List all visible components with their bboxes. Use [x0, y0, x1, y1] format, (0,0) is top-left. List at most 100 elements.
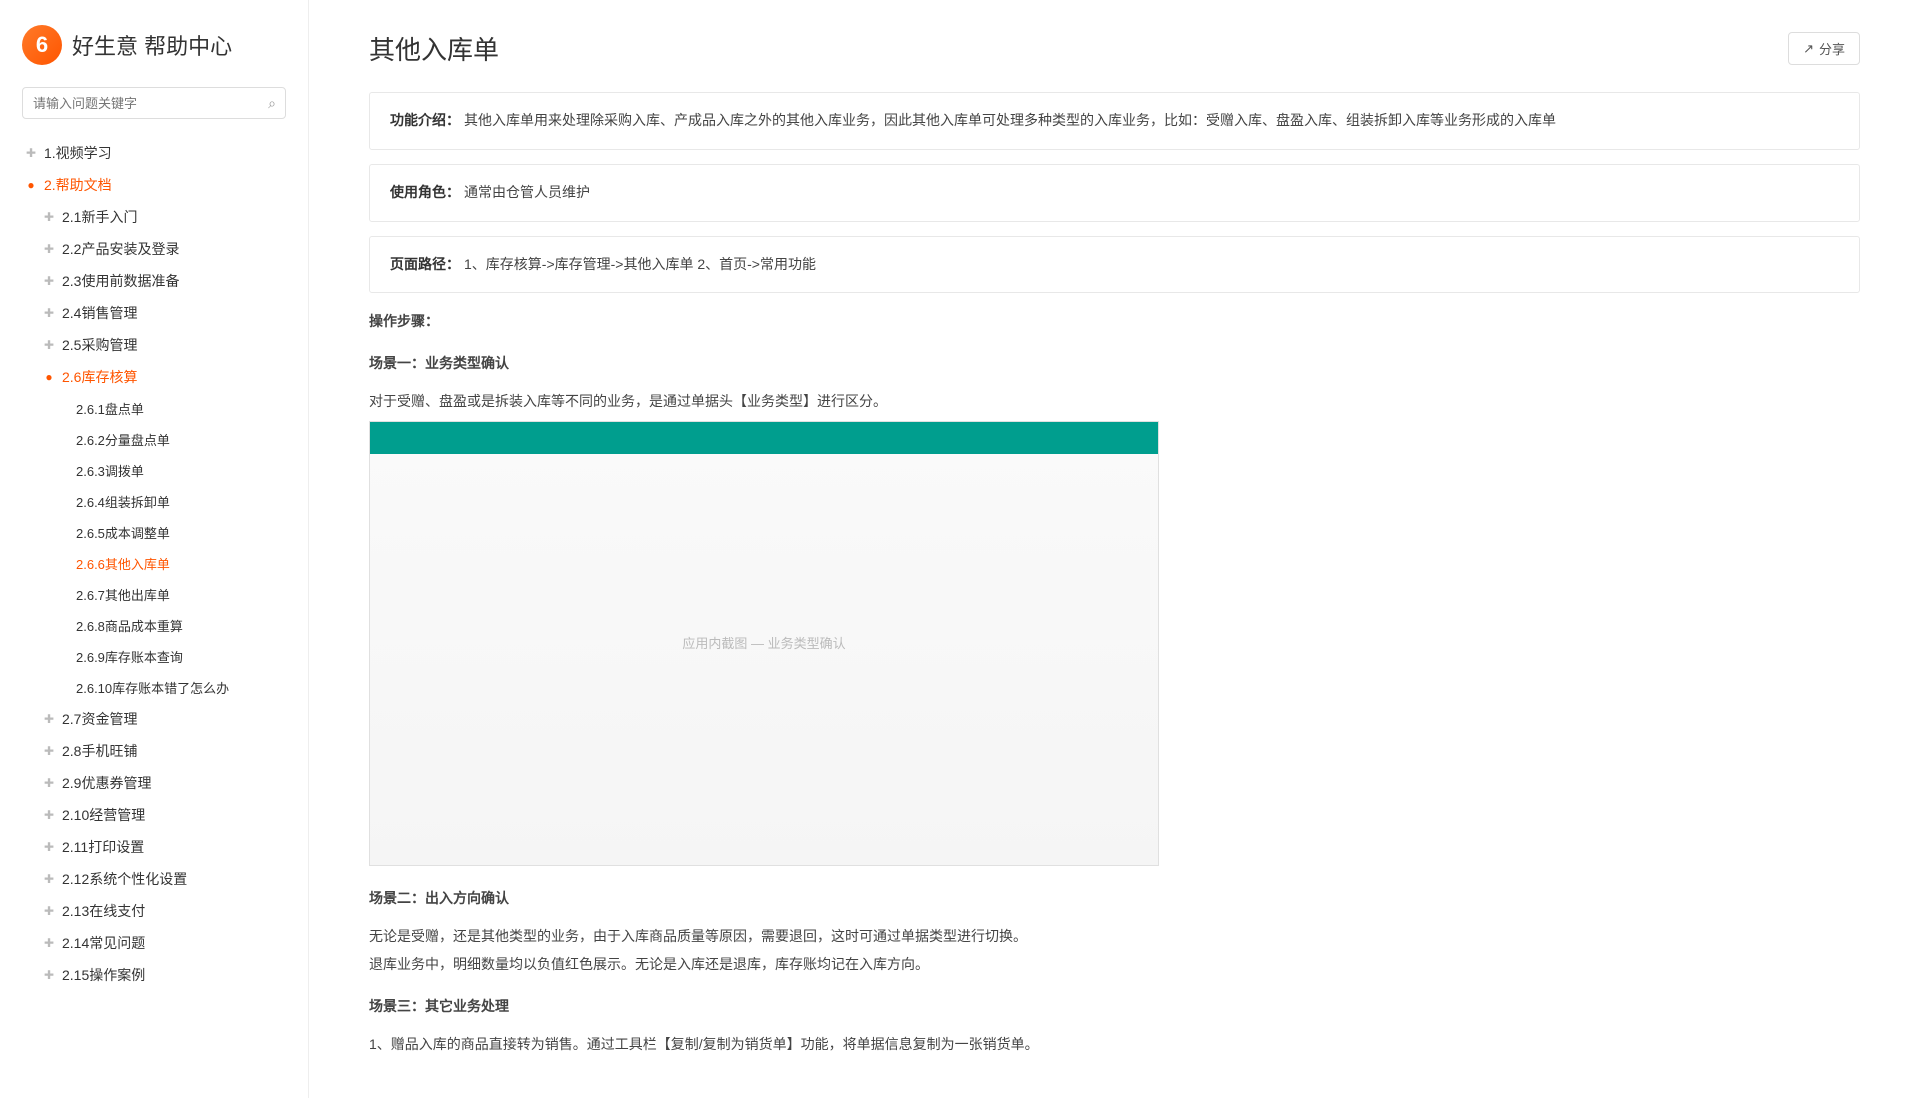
- nav-label: 2.5采购管理: [62, 335, 137, 355]
- minus-icon: ●: [22, 178, 40, 192]
- nav-tree: ✚1.视频学习 ●2.帮助文档 ✚2.1新手入门 ✚2.2产品安装及登录 ✚2.…: [22, 137, 286, 991]
- nav-label: 2.15操作案例: [62, 965, 145, 985]
- nav-item-2-6-6[interactable]: 2.6.6其他入库单: [22, 548, 286, 579]
- plus-icon: ✚: [40, 210, 58, 224]
- intro-panel: 功能介绍：其他入库单用来处理除采购入库、产成品入库之外的其他入库业务，因此其他入…: [369, 92, 1860, 150]
- brand: 6 好生意 帮助中心: [22, 25, 286, 65]
- nav-item-2-6-9[interactable]: 2.6.9库存账本查询: [22, 641, 286, 672]
- nav-item-2-14[interactable]: ✚2.14常见问题: [22, 927, 286, 959]
- plus-icon: ✚: [40, 968, 58, 982]
- nav-label: 2.6.9库存账本查询: [76, 647, 183, 666]
- inline-screenshot: [369, 421, 1159, 866]
- search-box: ⌕: [22, 87, 286, 119]
- share-label: 分享: [1819, 39, 1845, 58]
- nav-label: 2.6.10库存账本错了怎么办: [76, 678, 229, 697]
- nav-item-2-1[interactable]: ✚ 2.1新手入门: [22, 201, 286, 233]
- plus-icon: ✚: [22, 146, 40, 160]
- nav-label: 2.6.3调拨单: [76, 461, 144, 480]
- search-icon[interactable]: ⌕: [268, 95, 276, 112]
- nav-item-2-6-4[interactable]: 2.6.4组装拆卸单: [22, 486, 286, 517]
- intro-label: 功能介绍：: [390, 112, 460, 128]
- plus-icon: ✚: [40, 712, 58, 726]
- plus-icon: ✚: [40, 242, 58, 256]
- nav-item-2-9[interactable]: ✚ 2.9优惠券管理: [22, 767, 286, 799]
- nav-item-2-6-1[interactable]: 2.6.1盘点单: [22, 393, 286, 424]
- nav-label: 2.1新手入门: [62, 207, 137, 227]
- nav-label: 2.13在线支付: [62, 901, 145, 921]
- nav-label: 2.6库存核算: [62, 367, 137, 387]
- sidebar: 6 好生意 帮助中心 ⌕ ✚1.视频学习 ●2.帮助文档 ✚2.1新手入门 ✚2…: [0, 0, 309, 1098]
- plus-icon: ✚: [40, 776, 58, 790]
- scene1-title: 场景一：业务类型确认: [369, 349, 1860, 377]
- plus-icon: ✚: [40, 936, 58, 950]
- nav-item-2-15[interactable]: ✚ 2.15操作案例: [22, 959, 286, 991]
- search-input[interactable]: [22, 87, 286, 119]
- nav-item-2-5[interactable]: ✚ 2.5采购管理: [22, 329, 286, 361]
- path-panel: 页面路径：1、库存核算->库存管理->其他入库单 2、首页->常用功能: [369, 236, 1860, 294]
- nav-item-2-13[interactable]: ✚ 2.13在线支付: [22, 895, 286, 927]
- plus-icon: ✚: [40, 338, 58, 352]
- role-panel: 使用角色：通常由仓管人员维护: [369, 164, 1860, 222]
- nav-label: 2.6.8商品成本重算: [76, 616, 183, 635]
- nav-label: 2.6.1盘点单: [76, 399, 144, 418]
- steps-heading: 操作步骤：: [369, 307, 1860, 335]
- scene3-title: 场景三：其它业务处理: [369, 992, 1860, 1020]
- nav-label: 2.11打印设置: [62, 837, 144, 857]
- nav-item-2-8[interactable]: ✚ 2.8手机旺铺: [22, 735, 286, 767]
- role-text: 通常由仓管人员维护: [464, 184, 590, 200]
- plus-icon: ✚: [40, 872, 58, 886]
- nav-label: 1.视频学习: [44, 143, 112, 163]
- nav-label: 2.2产品安装及登录: [62, 239, 179, 259]
- nav-label: 2.6.4组装拆卸单: [76, 492, 170, 511]
- nav-label: 2.6.7其他出库单: [76, 585, 170, 604]
- nav-item-2-6-8[interactable]: 2.6.8商品成本重算: [22, 610, 286, 641]
- brand-logo: 6: [22, 25, 62, 65]
- plus-icon: ✚: [40, 840, 58, 854]
- nav-label: 2.3使用前数据准备: [62, 271, 179, 291]
- nav-item-2-11[interactable]: ✚ 2.11打印设置: [22, 831, 286, 863]
- article-body: 操作步骤： 场景一：业务类型确认 对于受赠、盘盈或是拆装入库等不同的业务，是通过…: [369, 307, 1860, 1058]
- plus-icon: ✚: [40, 744, 58, 758]
- nav-item-2-6-7[interactable]: 2.6.7其他出库单: [22, 579, 286, 610]
- nav-item-2-6-5[interactable]: 2.6.5成本调整单: [22, 517, 286, 548]
- scene1-text: 对于受赠、盘盈或是拆装入库等不同的业务，是通过单据头【业务类型】进行区分。: [369, 387, 1860, 415]
- nav-label: 2.8手机旺铺: [62, 741, 137, 761]
- nav-label: 2.7资金管理: [62, 709, 137, 729]
- minus-icon: ●: [40, 370, 58, 384]
- nav-label: 2.10经营管理: [62, 805, 145, 825]
- page-title: 其他入库单: [369, 30, 499, 67]
- plus-icon: ✚: [40, 808, 58, 822]
- nav-item-2-6-10[interactable]: 2.6.10库存账本错了怎么办: [22, 672, 286, 703]
- share-button[interactable]: ↗ 分享: [1788, 32, 1860, 65]
- nav-item-2-12[interactable]: ✚2.12系统个性化设置: [22, 863, 286, 895]
- nav-item-2-10[interactable]: ✚ 2.10经营管理: [22, 799, 286, 831]
- nav-label: 2.6.6其他入库单: [76, 554, 170, 573]
- scene2-line2: 退库业务中，明细数量均以负值红色展示。无论是入库还是退库，库存账均记在入库方向。: [369, 950, 1860, 978]
- page-header: 其他入库单 ↗ 分享: [369, 30, 1860, 67]
- role-label: 使用角色：: [390, 184, 460, 200]
- intro-text: 其他入库单用来处理除采购入库、产成品入库之外的其他入库业务，因此其他入库单可处理…: [464, 112, 1556, 128]
- nav-item-video[interactable]: ✚ 1.视频学习: [22, 137, 286, 169]
- nav-label: 2.9优惠券管理: [62, 773, 151, 793]
- plus-icon: ✚: [40, 274, 58, 288]
- brand-title: 好生意 帮助中心: [72, 29, 232, 61]
- nav-item-2-4[interactable]: ✚ 2.4销售管理: [22, 297, 286, 329]
- nav-item-2-6[interactable]: ● 2.6库存核算: [22, 361, 286, 393]
- scene3-line1: 1、赠品入库的商品直接转为销售。通过工具栏【复制/复制为销货单】功能，将单据信息…: [369, 1030, 1860, 1058]
- nav-item-2-6-2[interactable]: 2.6.2分量盘点单: [22, 424, 286, 455]
- nav-item-2-2[interactable]: ✚ 2.2产品安装及登录: [22, 233, 286, 265]
- plus-icon: ✚: [40, 904, 58, 918]
- nav-item-2-6-3[interactable]: 2.6.3调拨单: [22, 455, 286, 486]
- scene2-line1: 无论是受赠，还是其他类型的业务，由于入库商品质量等原因，需要退回，这时可通过单据…: [369, 922, 1860, 950]
- nav-label: 2.6.2分量盘点单: [76, 430, 170, 449]
- nav-item-docs[interactable]: ●2.帮助文档: [22, 169, 286, 201]
- main-content: 其他入库单 ↗ 分享 功能介绍：其他入库单用来处理除采购入库、产成品入库之外的其…: [309, 0, 1920, 1098]
- path-text: 1、库存核算->库存管理->其他入库单 2、首页->常用功能: [464, 256, 816, 272]
- nav-item-2-3[interactable]: ✚ 2.3使用前数据准备: [22, 265, 286, 297]
- nav-label: 2.4销售管理: [62, 303, 137, 323]
- nav-label: 2.6.5成本调整单: [76, 523, 170, 542]
- share-icon: ↗: [1803, 41, 1814, 57]
- path-label: 页面路径：: [390, 256, 460, 272]
- plus-icon: ✚: [40, 306, 58, 320]
- nav-item-2-7[interactable]: ✚ 2.7资金管理: [22, 703, 286, 735]
